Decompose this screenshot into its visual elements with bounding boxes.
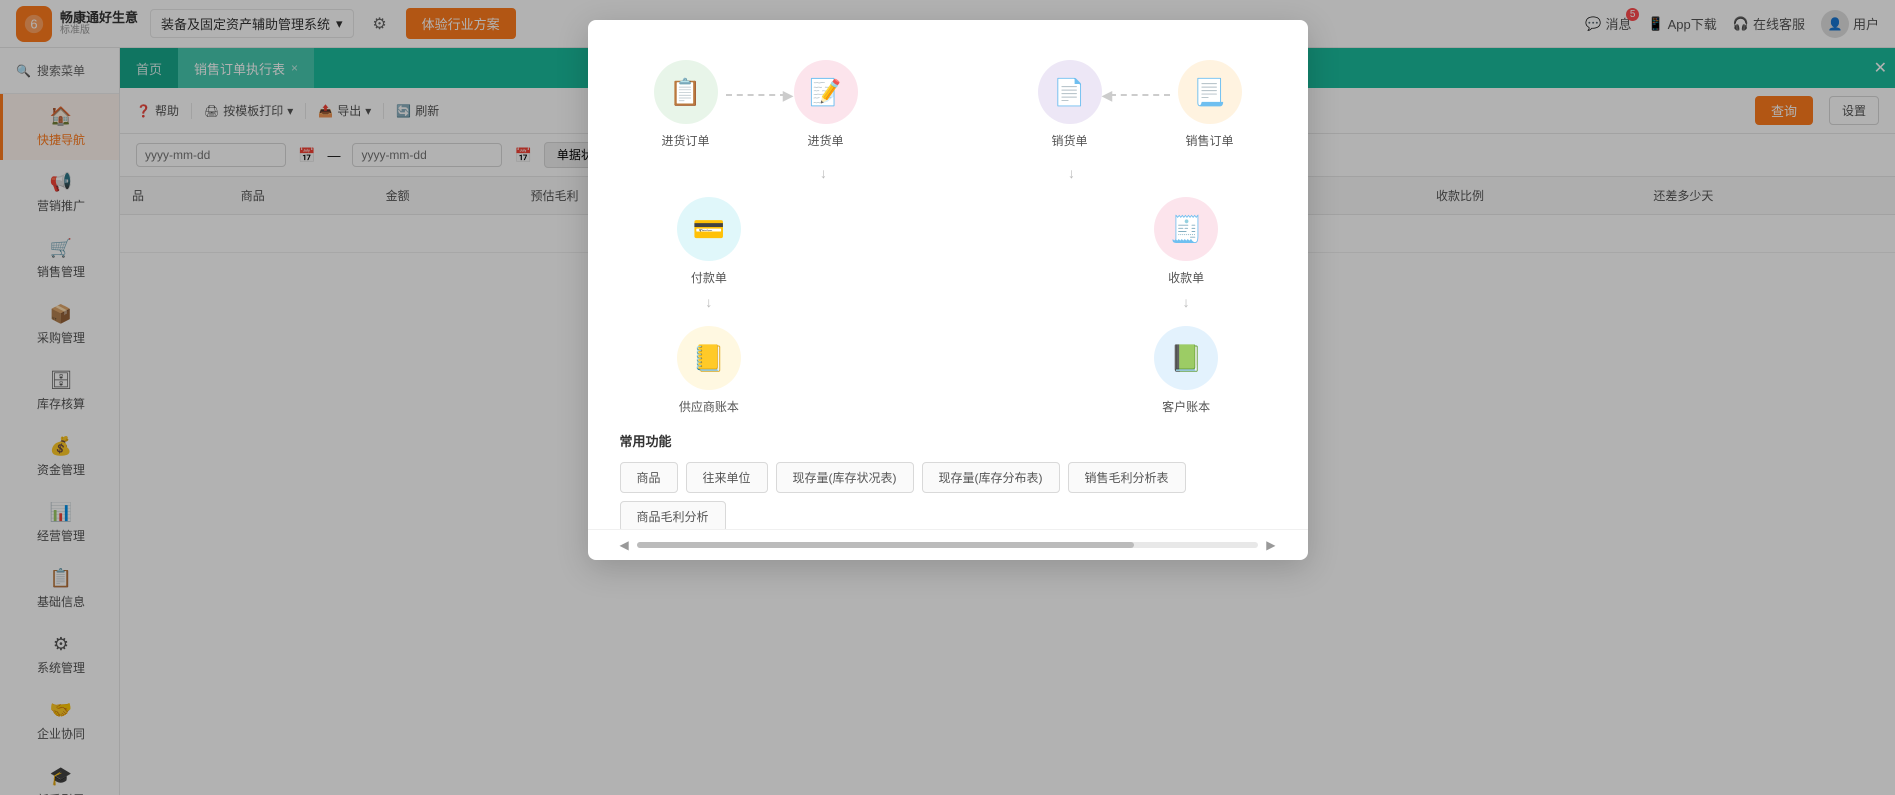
scroll-arrows: ◀ ▶ [620,538,1276,552]
flow-modal: 📋 进货订单 ▶ [588,48,1308,560]
customer-ledger-node[interactable]: 📗 客户账本 [1146,310,1226,431]
sales-bill-circle: 📄 [1038,60,1102,124]
scroll-track [637,542,1259,548]
purchase-order-circle: 📋 [654,60,718,124]
supplier-ledger-circle: 📒 [677,326,741,390]
flow-row-1: 📋 进货订单 ▶ [620,48,1276,165]
scroll-right-arrow[interactable]: ▶ [1266,538,1275,552]
v-arrow-receipt: ↓ [1040,165,1104,181]
sales-order-circle: 📃 [1178,60,1242,124]
left-col: 💳 付款单 ↓ 📒 供应商账本 [669,181,749,431]
supplier-ledger-node[interactable]: 📒 供应商账本 [669,310,749,431]
h-arrow-2: ◀ [1110,94,1170,96]
payment-icon: 💳 [693,214,725,245]
customer-ledger-icon: 📗 [1170,343,1202,374]
flow-row-2: 💳 付款单 ↓ 📒 供应商账本 [620,181,1276,431]
modal-scroll-area: 📋 进货订单 ▶ [588,48,1308,529]
scroll-track-container [637,542,1259,548]
common-btns-row1: 商品 往来单位 现存量(库存状况表) 现存量(库存分布表) 销售毛利分析表 商品… [620,462,1276,529]
payment-node[interactable]: 💳 付款单 [669,181,749,302]
common-btn-stock-status[interactable]: 现存量(库存状况表) [776,462,914,493]
v-arrow-customer: ↓ [1183,294,1190,310]
purchase-bill-node[interactable]: 📝 进货单 [786,48,866,165]
purchase-bill-icon: 📝 [809,77,841,108]
common-btn-sales-margin[interactable]: 销售毛利分析表 [1068,462,1186,493]
supplier-ledger-icon: 📒 [693,343,725,374]
purchase-order-icon: 📋 [669,77,701,108]
scroll-left-arrow[interactable]: ◀ [620,538,629,552]
common-btn-stock-dist[interactable]: 现存量(库存分布表) [922,462,1060,493]
v-arrow-payment: ↓ [792,165,856,181]
purchase-bill-circle: 📝 [794,60,858,124]
payment-circle: 💳 [677,197,741,261]
content-area: 首页 销售订单执行表 × ✕ ❓ 帮助 🖨 按模板打印 ▾ [120,48,1895,795]
v-arrow-supplier: ↓ [705,294,712,310]
purchase-order-node[interactable]: 📋 进货订单 [646,48,726,165]
v-arrows-row: ↓ ↓ [620,165,1276,181]
common-btn-product-margin[interactable]: 商品毛利分析 [620,501,726,529]
h-arrow-1: ▶ [726,94,786,96]
left-flow-pair: 📋 进货订单 ▶ [646,48,866,165]
sales-bill-icon: 📄 [1053,77,1085,108]
common-functions-section: 常用功能 商品 往来单位 现存量(库存状况表) 现存量(库存分布表) 销售毛利分… [620,431,1276,529]
right-flow-pair: 📄 销货单 ◀ [1030,48,1250,165]
modal-scrollbar: ◀ ▶ [588,529,1308,560]
receipt-circle: 🧾 [1154,197,1218,261]
main-area: 🔍 搜索菜单 🏠 快捷导航 📢 营销推广 🛒 销售管理 📦 采购管理 [0,48,1895,795]
scroll-thumb[interactable] [637,542,1134,548]
common-functions-title: 常用功能 [620,431,1276,450]
sales-bill-node[interactable]: 📄 销货单 [1030,48,1110,165]
common-btn-counterparty[interactable]: 往来单位 [686,462,768,493]
right-col: 🧾 收款单 ↓ 📗 客户账本 [1146,181,1226,431]
customer-ledger-circle: 📗 [1154,326,1218,390]
sales-order-node[interactable]: 📃 销售订单 [1170,48,1250,165]
receipt-node[interactable]: 🧾 收款单 [1146,181,1226,302]
overlay: 📋 进货订单 ▶ [120,48,1895,795]
common-btn-product[interactable]: 商品 [620,462,678,493]
flow-diagram: 📋 进货订单 ▶ [620,48,1276,431]
sales-order-icon: 📃 [1193,77,1225,108]
receipt-icon: 🧾 [1170,214,1202,245]
